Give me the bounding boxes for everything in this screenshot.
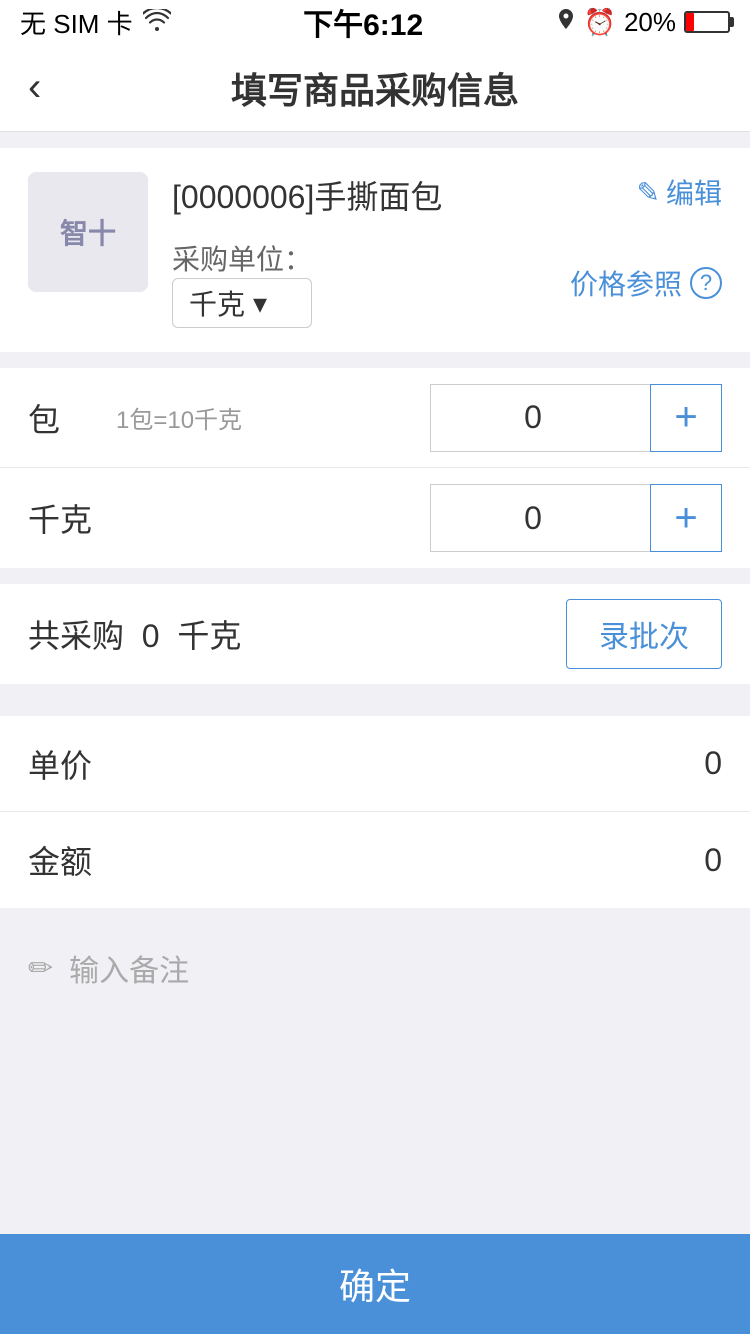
edit-button[interactable]: ✎ 编辑 bbox=[637, 172, 722, 212]
price-ref-help-icon: ? bbox=[690, 267, 722, 299]
unit-drop-icon: ▾ bbox=[253, 287, 267, 320]
product-card: 智十 [0000006]手撕面包 ✎ 编辑 采购单位： 千克 ▾ 价格参照 ? bbox=[0, 148, 750, 352]
price-section: 单价 0 金额 0 bbox=[0, 716, 750, 908]
bag-input-group: + bbox=[430, 384, 722, 452]
divider-1 bbox=[0, 352, 750, 368]
amount-row: 金额 0 bbox=[0, 812, 750, 908]
amount-label: 金额 bbox=[28, 837, 92, 883]
product-name-row: [0000006]手撕面包 ✎ 编辑 bbox=[172, 172, 722, 218]
carrier-text: 无 SIM 卡 bbox=[20, 4, 133, 41]
kg-row: 千克 + bbox=[0, 468, 750, 568]
status-right: ⏰ 20% bbox=[556, 7, 730, 38]
unit-area: 采购单位： 千克 ▾ bbox=[172, 238, 312, 328]
kg-input-group: + bbox=[430, 484, 722, 552]
nav-bar: ‹ 填写商品采购信息 bbox=[0, 44, 750, 132]
bag-quantity-input[interactable] bbox=[430, 384, 650, 452]
batch-button[interactable]: 录批次 bbox=[566, 599, 722, 669]
wifi-icon bbox=[143, 7, 171, 38]
kg-plus-icon: + bbox=[674, 496, 697, 541]
unit-price-row: 单价 0 bbox=[0, 716, 750, 812]
price-ref-label: 价格参照 bbox=[570, 263, 682, 303]
quantity-form: 包 1包=10千克 + 千克 + bbox=[0, 368, 750, 568]
notes-section[interactable]: ✏ 输入备注 bbox=[0, 908, 750, 1028]
status-time: 下午6:12 bbox=[303, 0, 423, 44]
bag-sublabel: 1包=10千克 bbox=[116, 400, 242, 435]
kg-plus-button[interactable]: + bbox=[650, 484, 722, 552]
product-logo: 智十 bbox=[60, 212, 116, 252]
page-title: 填写商品采购信息 bbox=[231, 62, 519, 114]
unit-price-value: 0 bbox=[704, 745, 722, 782]
kg-quantity-input[interactable] bbox=[430, 484, 650, 552]
summary-row: 共采购 0 千克 录批次 bbox=[0, 584, 750, 684]
summary-text: 共采购 0 千克 bbox=[28, 611, 241, 657]
edit-label: 编辑 bbox=[666, 172, 722, 212]
battery-text: 20% bbox=[624, 7, 676, 38]
amount-value: 0 bbox=[704, 842, 722, 879]
status-bar: 无 SIM 卡 下午6:12 ⏰ 20% bbox=[0, 0, 750, 44]
bag-plus-button[interactable]: + bbox=[650, 384, 722, 452]
status-left: 无 SIM 卡 bbox=[20, 4, 171, 41]
location-icon bbox=[556, 7, 576, 38]
unit-select[interactable]: 千克 ▾ bbox=[172, 278, 312, 328]
bag-label: 包 bbox=[28, 395, 108, 441]
unit-value: 千克 bbox=[189, 283, 245, 323]
back-button[interactable]: ‹ bbox=[28, 65, 41, 110]
unit-label: 采购单位： bbox=[172, 244, 312, 275]
battery-icon bbox=[684, 11, 730, 33]
price-ref-button[interactable]: 价格参照 ? bbox=[570, 263, 722, 303]
product-info: [0000006]手撕面包 ✎ 编辑 采购单位： 千克 ▾ 价格参照 ? bbox=[172, 172, 722, 328]
confirm-button[interactable]: 确定 bbox=[339, 1258, 411, 1310]
product-name: [0000006]手撕面包 bbox=[172, 172, 621, 218]
confirm-bar[interactable]: 确定 bbox=[0, 1234, 750, 1334]
divider-2 bbox=[0, 568, 750, 584]
bag-plus-icon: + bbox=[674, 395, 697, 440]
edit-icon: ✎ bbox=[637, 176, 660, 209]
kg-label: 千克 bbox=[28, 495, 108, 541]
divider-3 bbox=[0, 684, 750, 700]
pencil-icon: ✏ bbox=[28, 951, 53, 986]
bag-row: 包 1包=10千克 + bbox=[0, 368, 750, 468]
unit-row: 采购单位： 千克 ▾ 价格参照 ? bbox=[172, 238, 722, 328]
alarm-icon: ⏰ bbox=[584, 7, 616, 38]
notes-placeholder: 输入备注 bbox=[69, 946, 189, 990]
product-image: 智十 bbox=[28, 172, 148, 292]
unit-price-label: 单价 bbox=[28, 741, 92, 787]
